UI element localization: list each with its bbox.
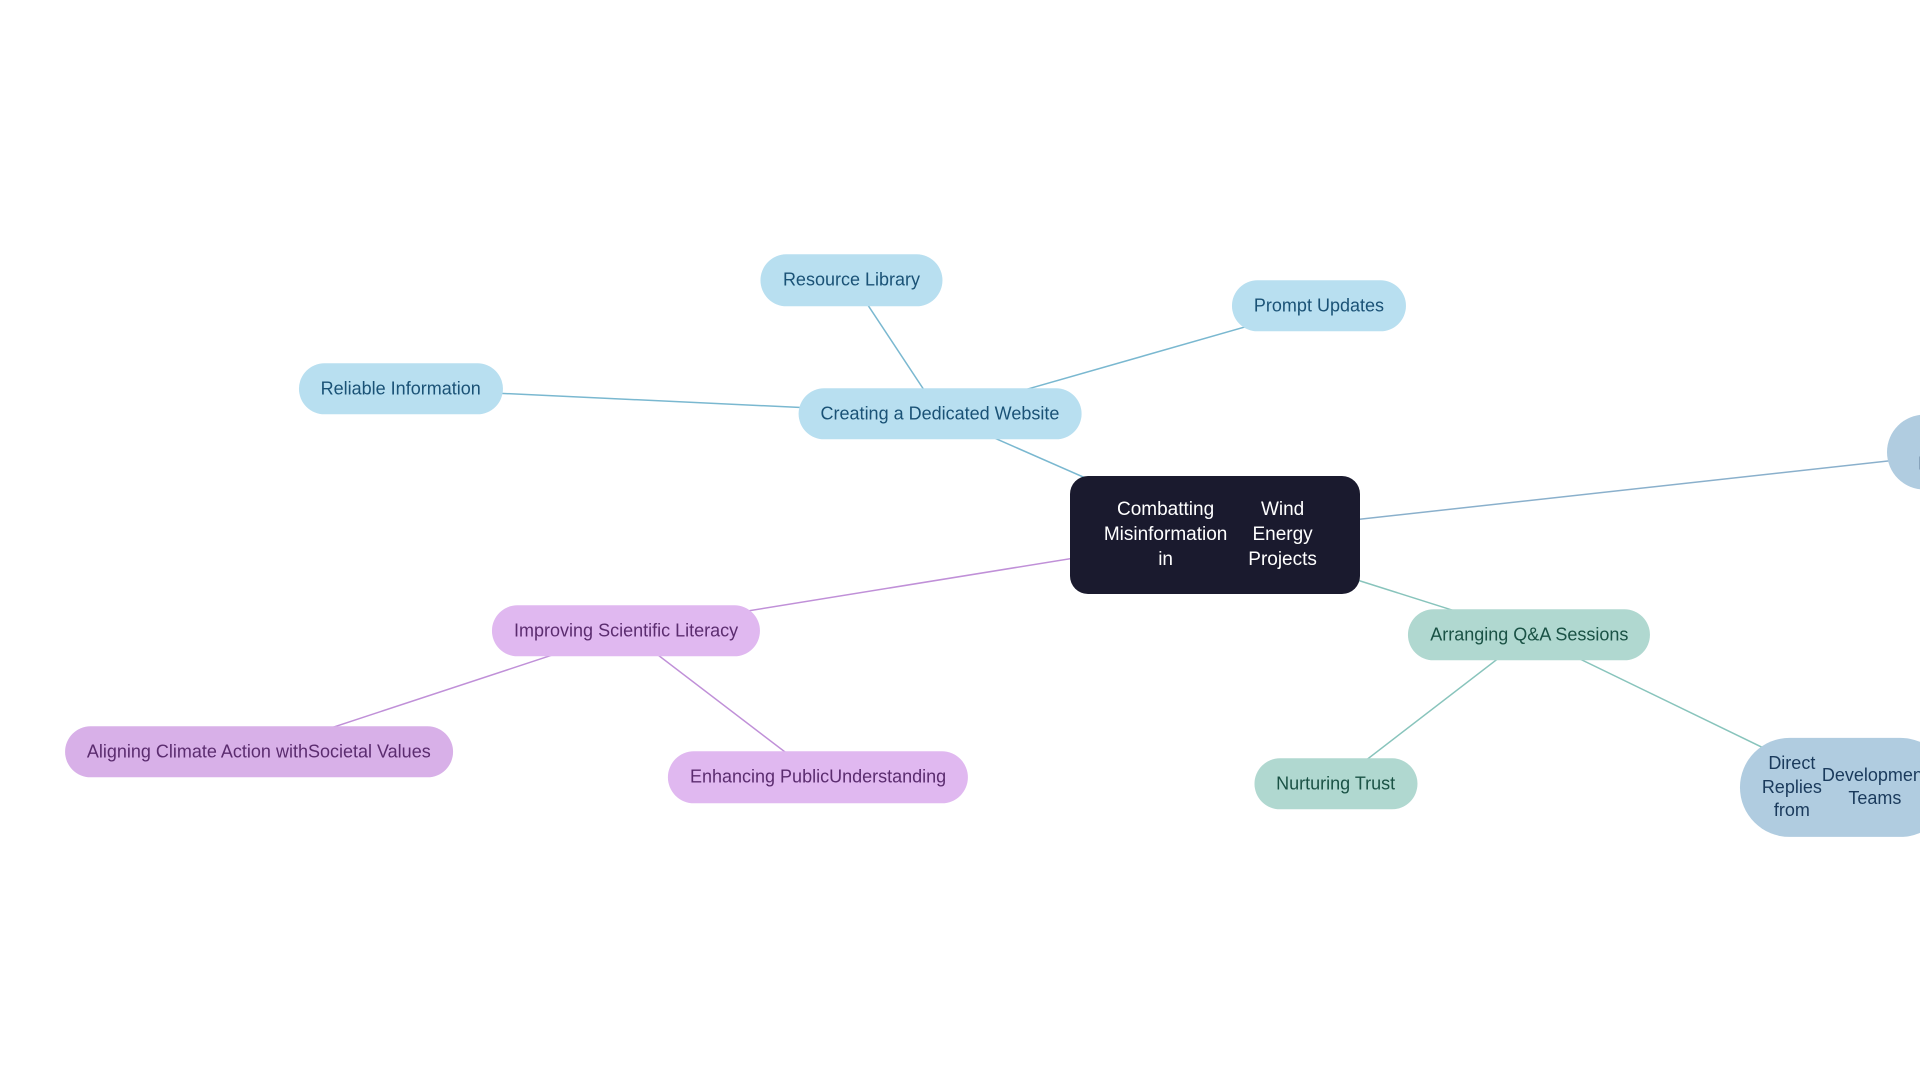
node-reliable_information[interactable]: Reliable Information <box>299 363 503 414</box>
node-prompt_updates[interactable]: Prompt Updates <box>1232 280 1406 331</box>
node-resource_library[interactable]: Resource Library <box>761 255 942 306</box>
mind-map-canvas: Combatting Misinformation inWind Energy … <box>0 0 1920 1083</box>
node-label-center-line1: Wind Energy Projects <box>1233 498 1333 572</box>
node-label-direct_replies-line1: Development Teams <box>1822 764 1920 811</box>
node-label-direct_replies-line0: Direct Replies from <box>1762 752 1822 822</box>
node-label-prompt_updates-line0: Prompt Updates <box>1254 294 1384 317</box>
node-label-resource_library-line0: Resource Library <box>783 269 920 292</box>
node-center[interactable]: Combatting Misinformation inWind Energy … <box>1070 476 1360 594</box>
node-label-aligning_climate-line0: Aligning Climate Action with <box>87 740 308 763</box>
node-enhancing_public[interactable]: Enhancing PublicUnderstanding <box>668 752 968 803</box>
node-label-reliable_information-line0: Reliable Information <box>321 377 481 400</box>
connections-layer <box>0 0 1920 1083</box>
node-arranging_qa[interactable]: Arranging Q&A Sessions <box>1408 609 1650 660</box>
node-label-center-line0: Combatting Misinformation in <box>1098 498 1232 572</box>
node-label-creating_dedicated_website-line0: Creating a Dedicated Website <box>821 402 1060 425</box>
node-label-aligning_climate-line1: Societal Values <box>308 740 431 763</box>
node-aligning_climate[interactable]: Aligning Climate Action withSocietal Val… <box>65 726 453 777</box>
node-label-arranging_qa-line0: Arranging Q&A Sessions <box>1430 623 1628 646</box>
node-label-enhancing_public-line1: Understanding <box>829 766 946 789</box>
node-label-engaging_local_media-line0: Engaging Local Media <box>1909 429 1920 476</box>
node-nurturing_trust[interactable]: Nurturing Trust <box>1254 758 1417 809</box>
node-direct_replies[interactable]: Direct Replies fromDevelopment Teams <box>1740 738 1920 836</box>
node-engaging_local_media[interactable]: Engaging Local Media <box>1887 415 1920 490</box>
node-label-improving_literacy-line0: Improving Scientific Literacy <box>514 619 738 642</box>
node-improving_literacy[interactable]: Improving Scientific Literacy <box>492 605 760 656</box>
node-label-enhancing_public-line0: Enhancing Public <box>690 766 829 789</box>
node-creating_dedicated_website[interactable]: Creating a Dedicated Website <box>799 388 1082 439</box>
node-label-nurturing_trust-line0: Nurturing Trust <box>1276 772 1395 795</box>
